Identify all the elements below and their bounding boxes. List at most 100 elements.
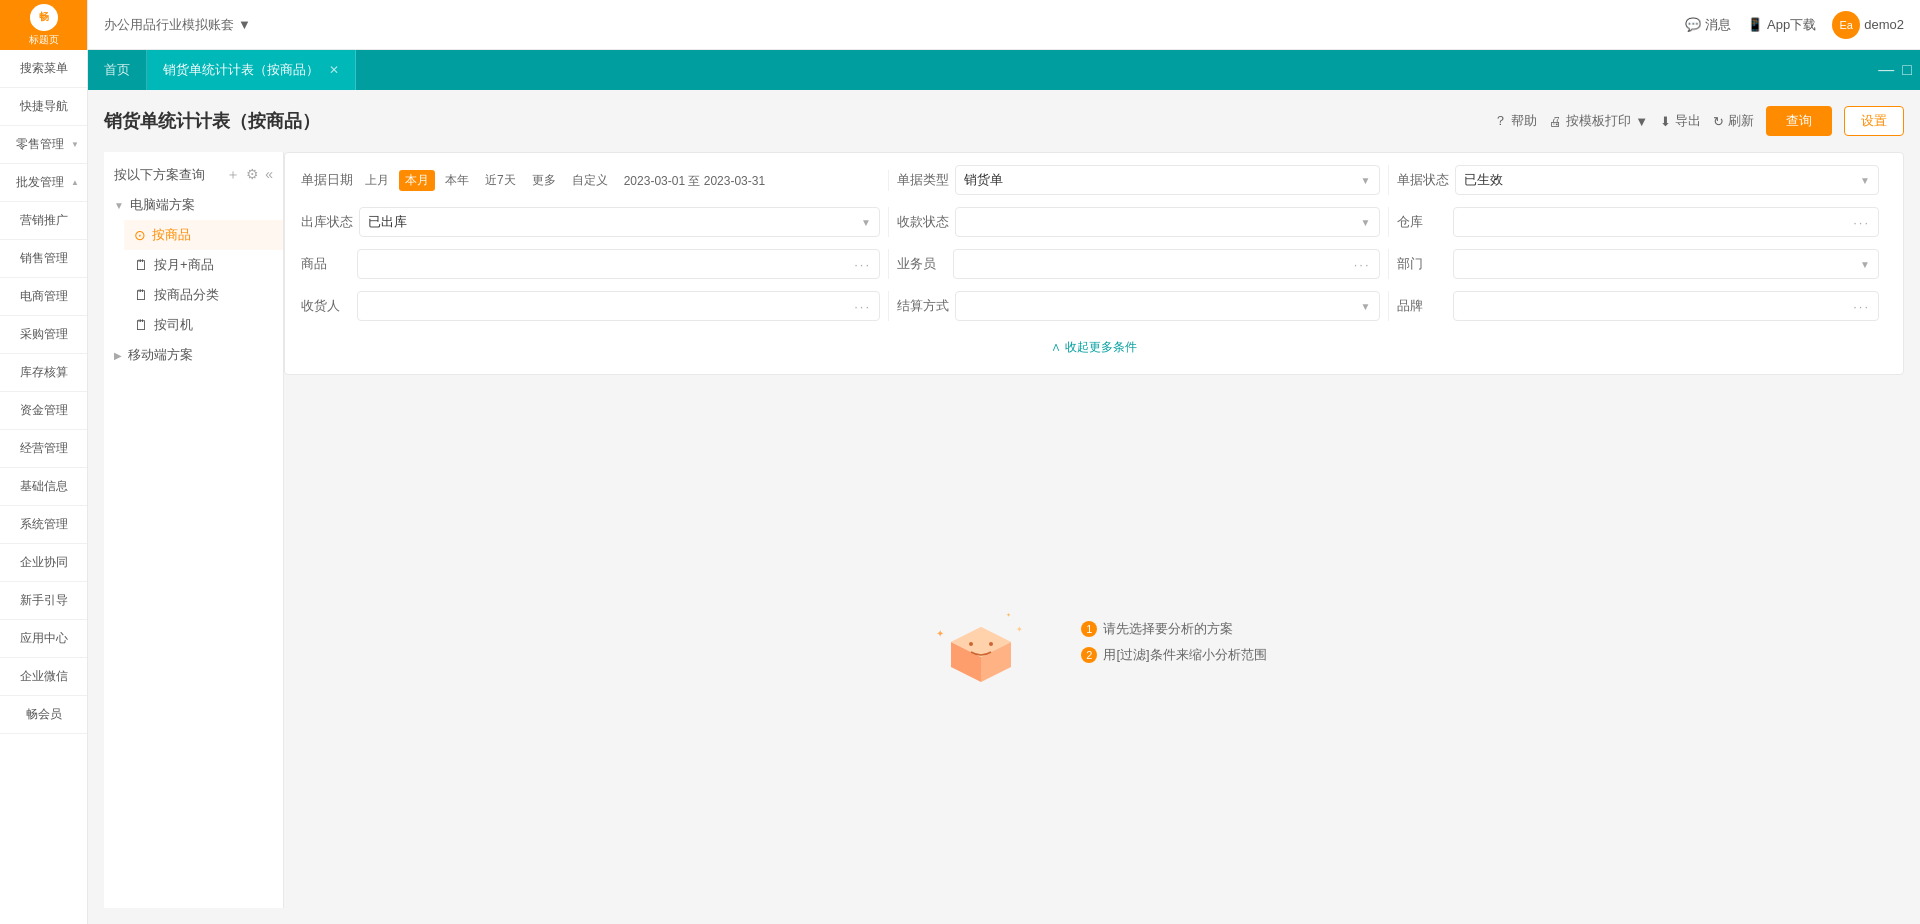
page-title: 销货单统计计表（按商品）	[104, 109, 320, 133]
tab-home[interactable]: 首页	[88, 50, 147, 90]
svg-text:✦: ✦	[936, 628, 944, 639]
doc-status-select[interactable]: 已生效 ▼	[1455, 165, 1880, 195]
goods-dots-icon[interactable]: ···	[854, 257, 871, 272]
tab-close-icon[interactable]: ✕	[329, 63, 339, 77]
date-tab-this-year[interactable]: 本年	[439, 170, 475, 191]
driver-icon: 🗒	[134, 317, 148, 333]
user-avatar-btn[interactable]: Ea demo2	[1832, 11, 1904, 39]
doc-type-dropdown-icon: ▼	[1361, 175, 1371, 186]
goods-label: 商品	[301, 255, 351, 273]
doc-type-select[interactable]: 销货单 ▼	[955, 165, 1380, 195]
sidebar-item-system[interactable]: 系统管理	[0, 506, 87, 544]
date-tabs: 上月 本月 本年 近7天 更多 自定义	[359, 170, 614, 191]
tree-group-desktop[interactable]: ▼ 电脑端方案	[104, 190, 283, 220]
industry-dropdown[interactable]: 办公用品行业模拟账套 ▼	[104, 16, 251, 34]
warehouse-dots-icon[interactable]: ···	[1853, 215, 1870, 230]
dept-select[interactable]: ▼	[1453, 249, 1880, 279]
goods-select[interactable]: ···	[357, 249, 880, 279]
salesman-dots-icon[interactable]: ···	[1354, 257, 1371, 272]
receiver-select[interactable]: ···	[357, 291, 880, 321]
filter-cell-out-status: 出库状态 已出库 ▼	[301, 207, 889, 237]
retail-triangle-icon: ▼	[71, 140, 79, 149]
tree-item-by-month-goods[interactable]: 🗒 按月+商品	[124, 250, 283, 280]
receiver-dots-icon[interactable]: ···	[854, 299, 871, 314]
collapse-panel-icon[interactable]: «	[265, 166, 273, 184]
tree-group-mobile[interactable]: ▶ 移动端方案	[104, 340, 283, 370]
sidebar-item-search-menu[interactable]: 搜索菜单	[0, 50, 87, 88]
filter-cell-receiver: 收货人 ···	[301, 291, 889, 321]
sidebar-item-quick-nav[interactable]: 快捷导航	[0, 88, 87, 126]
salesman-select[interactable]: ···	[953, 249, 1380, 279]
content-area: 销货单统计计表（按商品） ？ 帮助 🖨 按模板打印 ▼ ⬇ 导出 ↻ 刷新	[88, 90, 1920, 924]
out-status-select[interactable]: 已出库 ▼	[359, 207, 880, 237]
filter-cell-brand: 品牌 ···	[1389, 291, 1888, 321]
out-status-label: 出库状态	[301, 213, 353, 231]
query-button[interactable]: 查询	[1766, 106, 1832, 136]
empty-illustration: ✦ ✦ ✦	[921, 592, 1041, 692]
date-tab-this-month[interactable]: 本月	[399, 170, 435, 191]
help-btn[interactable]: ？ 帮助	[1494, 112, 1537, 130]
sidebar-item-appstore[interactable]: 应用中心	[0, 620, 87, 658]
title-actions: ？ 帮助 🖨 按模板打印 ▼ ⬇ 导出 ↻ 刷新 查询 设置	[1494, 106, 1904, 136]
filter-cell-collect-status: 收款状态 ▼	[889, 207, 1389, 237]
sidebar: 畅 标题页 搜索菜单 快捷导航 零售管理 ▼ 批发管理 ▲ 营销推广 销售管理 …	[0, 0, 88, 924]
sidebar-item-basic[interactable]: 基础信息	[0, 468, 87, 506]
sidebar-item-wechat[interactable]: 企业微信	[0, 658, 87, 696]
tab-sales-stats[interactable]: 销货单统计计表（按商品） ✕	[147, 50, 356, 90]
sidebar-item-purchase[interactable]: 采购管理	[0, 316, 87, 354]
sidebar-item-wholesale[interactable]: 批发管理 ▲	[0, 164, 87, 202]
filter-row-1: 单据日期 上月 本月 本年 近7天 更多 自定义 2023-03-01 至 20…	[301, 165, 1887, 195]
main-wrapper: 按以下方案查询 ＋ ⚙ « ▼ 电脑端方案 ⊙ 按商品	[104, 152, 1904, 908]
collapse-conditions-btn[interactable]: ∧ 收起更多条件	[301, 333, 1887, 362]
tree-item-by-driver[interactable]: 🗒 按司机	[124, 310, 283, 340]
tree-item-by-goods-cat[interactable]: 🗒 按商品分类	[124, 280, 283, 310]
tab-minimize-btn[interactable]: —	[1878, 61, 1894, 79]
filter-row-3: 商品 ··· 业务员 ···	[301, 249, 1887, 279]
date-tab-last-month[interactable]: 上月	[359, 170, 395, 191]
brand-dots-icon[interactable]: ···	[1853, 299, 1870, 314]
tab-maximize-btn[interactable]: □	[1902, 61, 1912, 79]
collect-status-select[interactable]: ▼	[955, 207, 1380, 237]
sidebar-item-enterprise[interactable]: 企业协同	[0, 544, 87, 582]
logo-char: 畅	[39, 10, 49, 24]
brand-select[interactable]: ···	[1453, 291, 1880, 321]
goods-cat-icon: 🗒	[134, 287, 148, 303]
avatar: Ea	[1832, 11, 1860, 39]
app-download-btn[interactable]: 📱 App下载	[1747, 16, 1816, 34]
sidebar-item-marketing[interactable]: 营销推广	[0, 202, 87, 240]
empty-tips: 1 请先选择要分析的方案 2 用[过滤]条件来缩小分析范围	[1081, 616, 1266, 668]
setting-button[interactable]: 设置	[1844, 106, 1904, 136]
doc-type-value: 销货单	[964, 171, 1361, 189]
empty-content: ✦ ✦ ✦ 1 请先选择要分析的方案 2 用[过	[921, 592, 1266, 692]
sidebar-item-inventory[interactable]: 库存核算	[0, 354, 87, 392]
date-tab-more[interactable]: 更多	[526, 170, 562, 191]
message-btn[interactable]: 💬 消息	[1685, 16, 1731, 34]
tab-bar-actions: — □	[1870, 50, 1920, 90]
warehouse-select[interactable]: ···	[1453, 207, 1880, 237]
sidebar-nav: 搜索菜单 快捷导航 零售管理 ▼ 批发管理 ▲ 营销推广 销售管理 电商管理 采…	[0, 50, 87, 924]
filter-row-2: 出库状态 已出库 ▼ 收款状态 ▼	[301, 207, 1887, 237]
add-scheme-icon[interactable]: ＋	[226, 166, 240, 184]
print-btn[interactable]: 🖨 按模板打印 ▼	[1549, 112, 1648, 130]
sidebar-item-operation[interactable]: 经营管理	[0, 430, 87, 468]
filter-row-4: 收货人 ··· 结算方式 ▼	[301, 291, 1887, 321]
month-goods-icon: 🗒	[134, 257, 148, 273]
settings-scheme-icon[interactable]: ⚙	[246, 166, 259, 184]
salesman-label: 业务员	[897, 255, 947, 273]
export-btn[interactable]: ⬇ 导出	[1660, 112, 1701, 130]
date-tab-7days[interactable]: 近7天	[479, 170, 522, 191]
sidebar-item-retail[interactable]: 零售管理 ▼	[0, 126, 87, 164]
sidebar-item-finance[interactable]: 资金管理	[0, 392, 87, 430]
sidebar-item-guide[interactable]: 新手引导	[0, 582, 87, 620]
sidebar-item-sales[interactable]: 销售管理	[0, 240, 87, 278]
filter-cell-dept: 部门 ▼	[1389, 249, 1888, 279]
doc-status-label: 单据状态	[1397, 171, 1449, 189]
svg-point-4	[969, 642, 973, 646]
sidebar-item-ecommerce[interactable]: 电商管理	[0, 278, 87, 316]
settle-select[interactable]: ▼	[955, 291, 1380, 321]
date-tab-custom[interactable]: 自定义	[566, 170, 614, 191]
tree-item-by-goods[interactable]: ⊙ 按商品	[124, 220, 283, 250]
refresh-btn[interactable]: ↻ 刷新	[1713, 112, 1754, 130]
sidebar-item-member[interactable]: 畅会员	[0, 696, 87, 734]
collect-status-dropdown-icon: ▼	[1361, 217, 1371, 228]
